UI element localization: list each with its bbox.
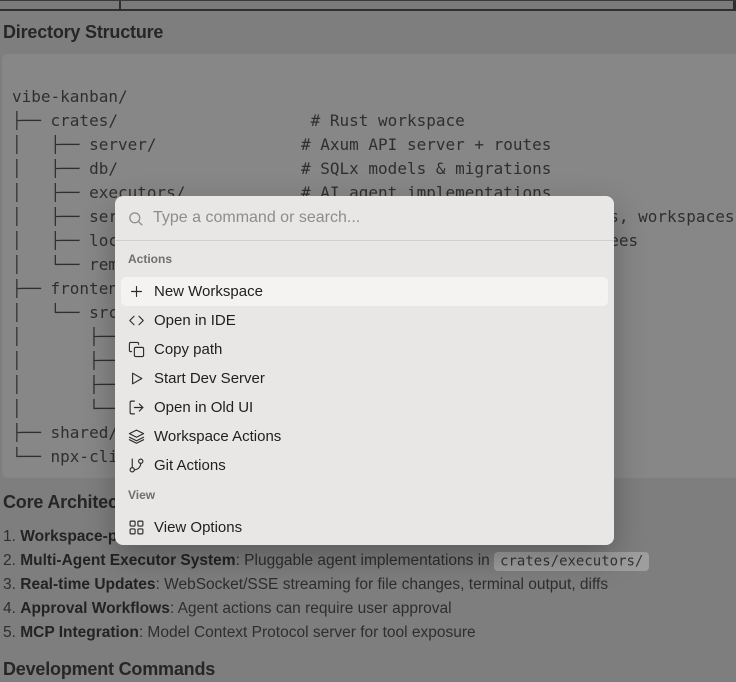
menu-item-view-options[interactable]: View Options xyxy=(121,513,608,542)
git-branch-icon xyxy=(129,458,144,473)
list-number: 5. xyxy=(3,624,16,641)
section-label-actions: Actions xyxy=(128,252,173,266)
menu-item-new-workspace[interactable]: New Workspace xyxy=(121,277,608,306)
tab-divider xyxy=(119,1,121,9)
list-term: MCP Integration xyxy=(20,624,139,641)
menu-item-label: View Options xyxy=(154,518,243,536)
command-search-row xyxy=(115,196,614,241)
menu-item-label: Workspace Actions xyxy=(154,427,282,445)
list-number: 2. xyxy=(3,552,16,569)
list-item: 4. Approval Workflows: Agent actions can… xyxy=(3,597,736,621)
list-term: Multi-Agent Executor System xyxy=(20,552,236,569)
menu-item-label: Copy path xyxy=(154,340,223,358)
search-icon xyxy=(129,211,143,226)
list-number: 3. xyxy=(3,576,16,593)
heading-development-commands: Development Commands xyxy=(3,659,216,679)
list-item: 5. MCP Integration: Model Context Protoc… xyxy=(3,621,736,645)
layout-grid-icon xyxy=(129,520,144,535)
list-term: Approval Workflows xyxy=(20,600,170,617)
menu-item-label: Git Actions xyxy=(154,456,226,474)
layers-icon xyxy=(128,429,145,444)
list-number: 4. xyxy=(3,600,16,617)
menu-item-label: Open in Old UI xyxy=(154,398,254,416)
section-label-view: View xyxy=(128,488,156,502)
menu-item-label: Open in IDE xyxy=(154,311,236,329)
command-list: Actions New Workspace Open in IDE Copy p… xyxy=(115,241,614,545)
plus-icon xyxy=(130,285,143,298)
menu-item-copy-path[interactable]: Copy path xyxy=(121,335,608,364)
menu-item-open-in-old-ui[interactable]: Open in Old UI xyxy=(121,393,608,422)
list-number: 1. xyxy=(3,528,16,545)
tab-bar xyxy=(0,0,736,11)
menu-item-start-dev-server[interactable]: Start Dev Server xyxy=(121,364,608,393)
command-palette: Actions New Workspace Open in IDE Copy p… xyxy=(115,196,614,545)
list-text: : Agent actions can require user approva… xyxy=(169,600,452,617)
menu-item-label: New Workspace xyxy=(154,282,263,300)
menu-item-label: Start Dev Server xyxy=(154,369,265,387)
list-term: Real-time Updates xyxy=(20,576,156,593)
play-icon xyxy=(132,372,143,385)
list-text: : WebSocket/SSE streaming for file chang… xyxy=(155,576,609,593)
list-item: 2. Multi-Agent Executor System: Pluggabl… xyxy=(3,549,736,573)
list-item: 3. Real-time Updates: WebSocket/SSE stre… xyxy=(3,573,736,597)
heading-directory-structure: Directory Structure xyxy=(3,22,164,42)
inline-code: crates/executors/ xyxy=(494,551,650,571)
list-text: : Pluggable agent implementations in xyxy=(235,552,495,569)
menu-item-workspace-actions[interactable]: Workspace Actions xyxy=(121,422,608,451)
command-search-input[interactable] xyxy=(153,209,602,227)
code-icon xyxy=(129,315,144,326)
menu-item-open-in-ide[interactable]: Open in IDE xyxy=(121,306,608,335)
menu-item-git-actions[interactable]: Git Actions xyxy=(121,451,608,480)
log-out-icon xyxy=(129,400,144,415)
copy-icon xyxy=(128,341,145,358)
list-text: : Model Context Protocol server for tool… xyxy=(138,624,476,641)
